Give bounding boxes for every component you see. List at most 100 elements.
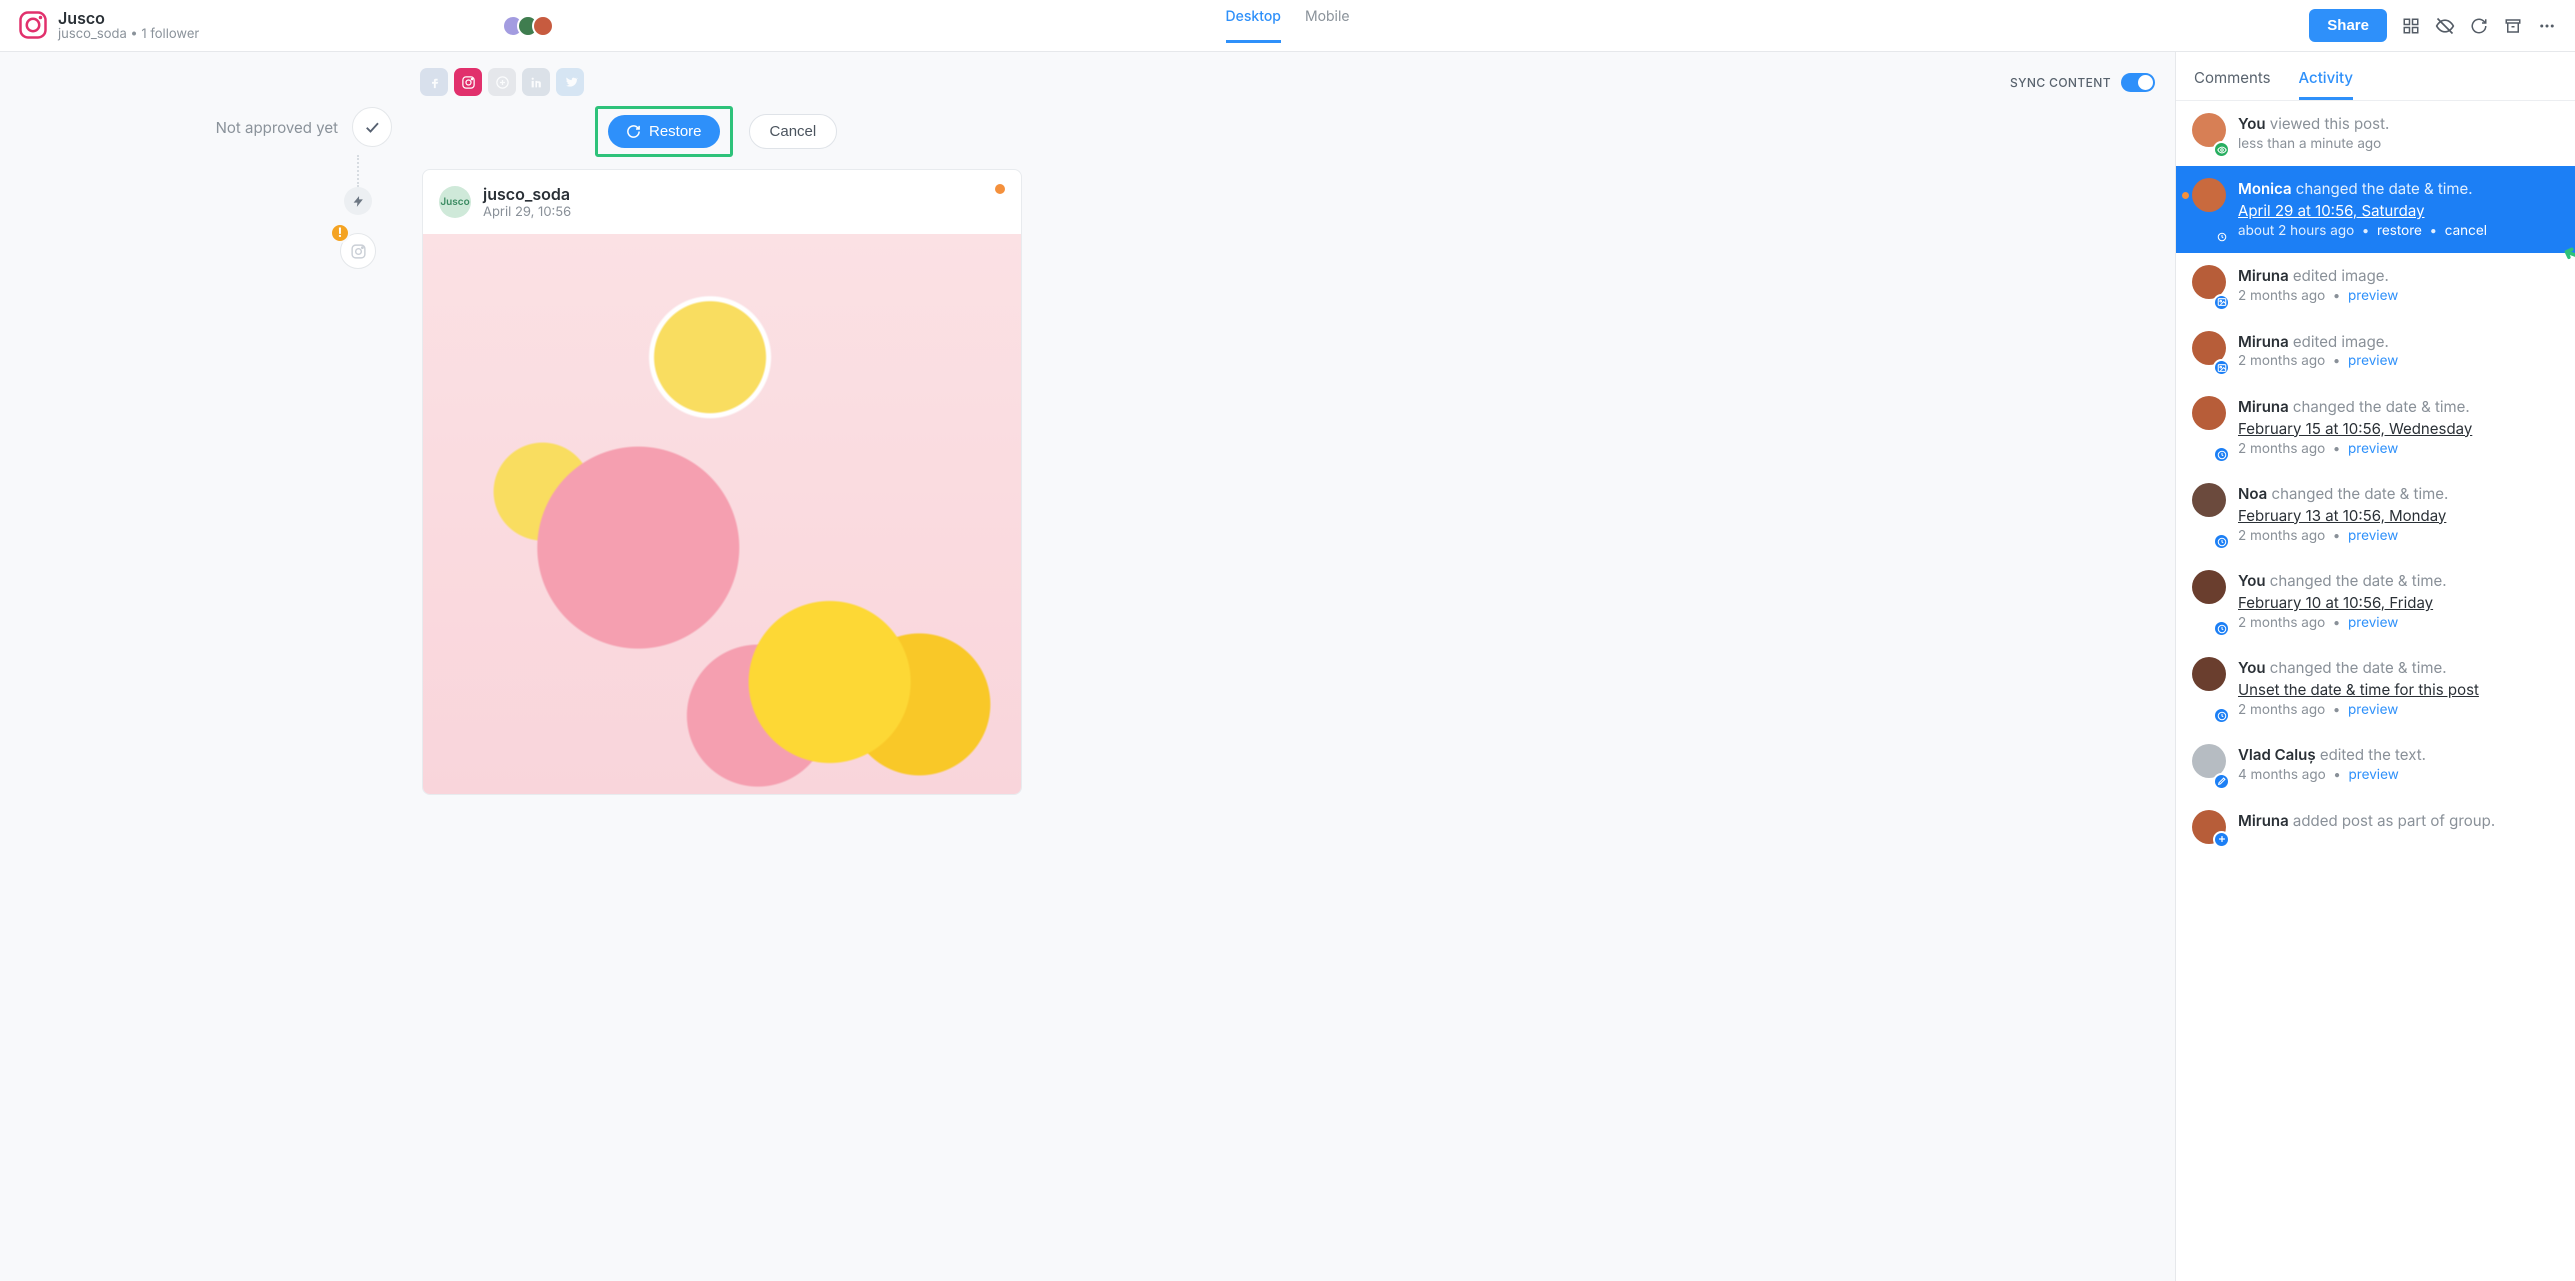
activity-item[interactable]: Miruna added post as part of group. [2176, 798, 2575, 856]
activity-item[interactable]: You changed the date & time. Unset the da… [2176, 645, 2575, 732]
activity-cancel-link[interactable]: cancel [2445, 223, 2487, 239]
activity-time: 2 months ago • preview [2238, 614, 2447, 634]
activity-badge-icon [2213, 533, 2230, 550]
refresh-icon [626, 124, 641, 139]
platform-facebook-icon[interactable] [420, 68, 448, 96]
activity-time: 2 months ago • preview [2238, 440, 2472, 460]
more-icon[interactable] [2537, 16, 2557, 36]
activity-avatar [2192, 570, 2226, 633]
post-preview-column: SYNC CONTENT Restore Cancel Jusco jusco_… [410, 52, 2175, 1281]
activity-actor: Miruna [2238, 397, 2289, 416]
bolt-icon [344, 187, 372, 215]
activity-avatar [2192, 178, 2226, 241]
activity-actor: You [2238, 658, 2266, 677]
activity-item[interactable]: You viewed this post.less than a minute … [2176, 101, 2575, 166]
member-avatars[interactable] [509, 15, 554, 37]
activity-preview-link[interactable]: preview [2348, 702, 2398, 718]
top-bar: Jusco jusco_soda • 1 follower Desktop Mo… [0, 0, 2575, 52]
activity-item[interactable]: Miruna edited image.2 months ago • previ… [2176, 319, 2575, 384]
restore-button[interactable]: Restore [608, 115, 720, 148]
activity-actor: Noa [2238, 484, 2267, 503]
activity-time: about 2 hours ago • restore • cancel [2238, 222, 2487, 242]
activity-restore-link[interactable]: restore [2377, 223, 2422, 239]
visibility-off-icon[interactable] [2435, 16, 2455, 36]
activity-actor: Miruna [2238, 266, 2289, 285]
brand-subtitle: jusco_soda • 1 follower [58, 27, 199, 41]
activity-avatar [2192, 331, 2226, 372]
activity-time: 2 months ago • preview [2238, 527, 2448, 547]
activity-detail: Unset the date & time for this post [2238, 679, 2479, 701]
activity-time: 4 months ago • preview [2238, 766, 2426, 786]
activity-preview-link[interactable]: preview [2348, 353, 2398, 369]
activity-badge-icon [2213, 707, 2230, 724]
sync-label: SYNC CONTENT [2010, 75, 2111, 90]
post-image [423, 234, 1021, 794]
grid-icon[interactable] [2401, 16, 2421, 36]
activity-badge-icon [2213, 359, 2230, 376]
activity-item[interactable]: You changed the date & time.February 10 … [2176, 558, 2575, 645]
activity-actor: Miruna [2238, 332, 2289, 351]
tab-activity[interactable]: Activity [2299, 68, 2354, 100]
activity-action: viewed this post. [2270, 114, 2390, 133]
activity-action: edited image. [2293, 266, 2389, 285]
activity-avatar [2192, 396, 2226, 459]
activity-action: changed the date & time. [2296, 179, 2473, 198]
restore-highlight: Restore [595, 106, 733, 157]
view-tabs: Desktop Mobile [1226, 8, 1350, 43]
activity-item[interactable]: Vlad Caluș edited the text. 4 months ago … [2176, 732, 2575, 797]
approval-label: Not approved yet [216, 118, 338, 137]
activity-preview-link[interactable]: preview [2348, 441, 2398, 457]
approve-button[interactable] [352, 107, 392, 147]
activity-actor: Vlad Caluș [2238, 745, 2316, 764]
archive-icon[interactable] [2503, 16, 2523, 36]
member-avatar[interactable] [532, 15, 554, 37]
post-date: April 29, 10:56 [483, 204, 571, 220]
activity-preview-link[interactable]: preview [2348, 288, 2398, 304]
activity-time: 2 months ago • preview [2238, 701, 2479, 721]
platform-selector [420, 68, 584, 96]
selection-dot-icon [2182, 192, 2189, 199]
post-username: jusco_soda [483, 184, 571, 204]
activity-item[interactable]: Miruna changed the date & time.February … [2176, 384, 2575, 471]
platform-instagram-icon[interactable] [454, 68, 482, 96]
activity-preview-link[interactable]: preview [2348, 615, 2398, 631]
activity-avatar [2192, 657, 2226, 720]
tab-desktop[interactable]: Desktop [1226, 8, 1281, 43]
activity-item[interactable]: Miruna edited image. 2 months ago • previ… [2176, 253, 2575, 318]
tab-mobile[interactable]: Mobile [1305, 8, 1350, 43]
activity-preview-link[interactable]: preview [2348, 767, 2398, 783]
activity-item[interactable]: Monica changed the date & time.April 29 … [2176, 166, 2575, 253]
activity-badge-icon [2213, 446, 2230, 463]
right-sidebar: Comments Activity You viewed this post.l… [2175, 52, 2575, 1281]
activity-action: edited image. [2293, 332, 2389, 351]
activity-actor: You [2238, 114, 2266, 133]
cancel-button[interactable]: Cancel [749, 114, 838, 149]
sync-toggle[interactable] [2121, 73, 2155, 92]
activity-action: edited the text. [2320, 745, 2426, 764]
activity-item[interactable]: Noa changed the date & time.February 13 … [2176, 471, 2575, 558]
activity-detail: February 15 at 10:56, Wednesday [2238, 418, 2472, 440]
activity-action: added post as part of group. [2293, 811, 2495, 830]
activity-action: changed the date & time. [2270, 658, 2447, 677]
activity-avatar [2192, 810, 2226, 844]
activity-badge-icon [2213, 294, 2230, 311]
activity-time: 2 months ago • preview [2238, 352, 2398, 372]
brand-name: Jusco [58, 10, 199, 28]
status-dot-icon [995, 184, 1005, 194]
activity-avatar [2192, 483, 2226, 546]
activity-badge-icon [2213, 831, 2230, 848]
activity-detail: April 29 at 10:56, Saturday [2238, 200, 2487, 222]
activity-badge-icon [2213, 141, 2230, 158]
activity-preview-link[interactable]: preview [2348, 528, 2398, 544]
post-account-avatar: Jusco [439, 186, 471, 218]
refresh-icon[interactable] [2469, 16, 2489, 36]
activity-time: 2 months ago • preview [2238, 287, 2398, 307]
share-button[interactable]: Share [2309, 9, 2387, 42]
platform-google-icon[interactable] [488, 68, 516, 96]
platform-twitter-icon[interactable] [556, 68, 584, 96]
activity-badge-icon [2213, 773, 2230, 790]
tab-comments[interactable]: Comments [2194, 68, 2271, 100]
activity-actor: Miruna [2238, 811, 2289, 830]
activity-detail: February 13 at 10:56, Monday [2238, 505, 2448, 527]
platform-linkedin-icon[interactable] [522, 68, 550, 96]
